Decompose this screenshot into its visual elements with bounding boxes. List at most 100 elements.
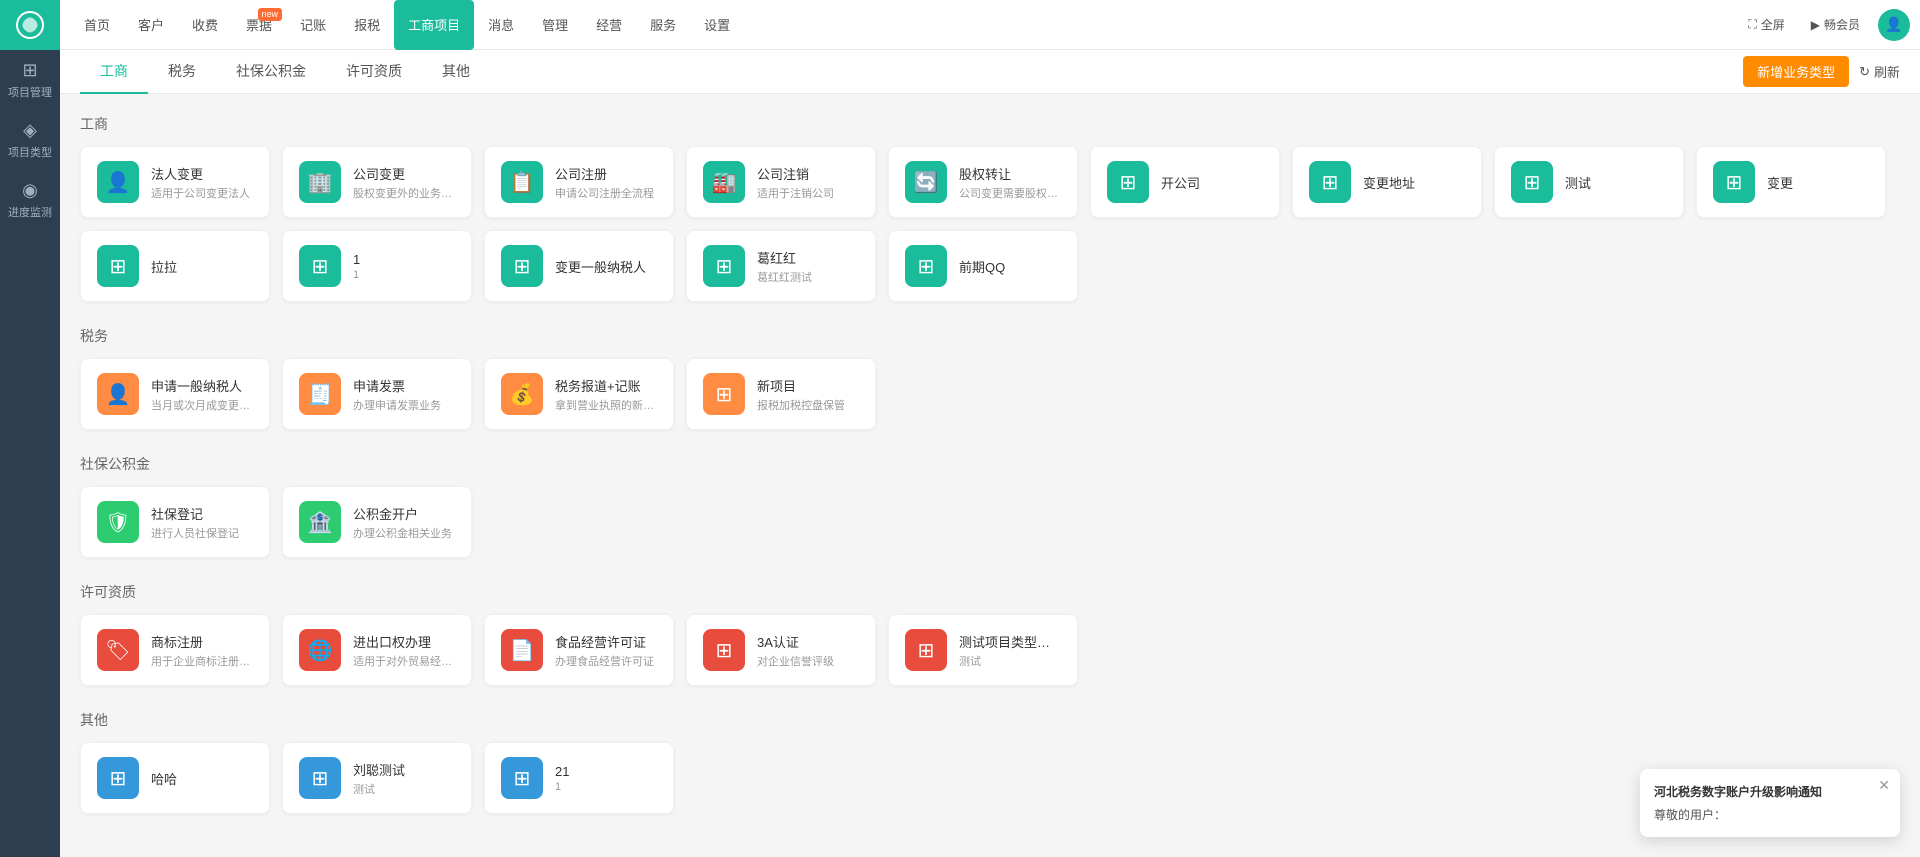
notification-popup: ✕ 河北税务数字账户升级影响通知 尊敬的用户：	[1640, 769, 1900, 837]
service-card-x1[interactable]: 🏷商标注册用于企业商标注册服务	[80, 614, 270, 686]
card-name-c11: 1	[353, 252, 455, 267]
card-name-c10: 拉拉	[151, 257, 253, 276]
service-card-t4[interactable]: ⊞新项目报税加税控盘保管	[686, 358, 876, 430]
nav-settings[interactable]: 设置	[690, 0, 744, 50]
service-card-c9[interactable]: ⊞变更	[1696, 146, 1886, 218]
nav-tax[interactable]: 报税	[340, 0, 394, 50]
card-name-o1: 哈哈	[151, 769, 253, 788]
service-card-t1[interactable]: 👤申请一般纳税人当月或次月成变更完成	[80, 358, 270, 430]
grid-icon: ⊞	[22, 60, 37, 81]
card-name-t3: 税务报道+记账	[555, 376, 657, 395]
card-text-c4: 公司注销适用于注销公司	[757, 164, 859, 201]
card-text-c6: 开公司	[1161, 173, 1263, 192]
card-grid-gongshang: 👤 法人变更适用于公司变更法人 🏢公司变更股权变更外的业务变更📋公司注册申请公司注册…	[80, 146, 1900, 302]
card-desc-s2: 办理公积金相关业务	[353, 525, 455, 541]
service-card-x4[interactable]: ⊞3A认证对企业信誉评级	[686, 614, 876, 686]
service-card-c11[interactable]: ⊞11	[282, 230, 472, 302]
service-card-c6[interactable]: ⊞开公司	[1090, 146, 1280, 218]
card-desc-c2: 股权变更外的业务变更	[353, 185, 455, 201]
service-card-c4[interactable]: 🏭公司注销适用于注销公司	[686, 146, 876, 218]
nav-accounting[interactable]: 记账	[286, 0, 340, 50]
card-name-s2: 公积金开户	[353, 504, 455, 523]
sidebar-logo[interactable]	[0, 0, 60, 50]
card-icon-c14: ⊞	[905, 245, 947, 287]
service-card-c10[interactable]: ⊞ 拉拉	[80, 230, 270, 302]
card-grid-xuke2: 🏷商标注册用于企业商标注册服务🌐进出口权办理适用于对外贸易经营者📄食品经营许可证…	[80, 614, 1900, 686]
service-card-s2[interactable]: 🏦 公积金开户办理公积金相关业务	[282, 486, 472, 558]
nav-ticket[interactable]: 票据 new	[232, 0, 286, 50]
service-card-c12[interactable]: ⊞变更一般纳税人	[484, 230, 674, 302]
sidebar-item-label: 进度监测	[8, 204, 52, 220]
card-desc-s1: 进行人员社保登记	[151, 525, 253, 541]
card-icon-c13: ⊞	[703, 245, 745, 287]
service-card-c3[interactable]: 📋公司注册申请公司注册全流程	[484, 146, 674, 218]
card-desc-x4: 对企业信誉评级	[757, 653, 859, 669]
card-text-x3: 食品经营许可证办理食品经营许可证	[555, 632, 657, 669]
card-text-c1: 法人变更适用于公司变更法人	[151, 164, 253, 201]
card-text-o2: 刘聪测试测试	[353, 760, 455, 797]
card-text-s2: 公积金开户办理公积金相关业务	[353, 504, 455, 541]
service-card-t3[interactable]: 💰税务报道+记账拿到营业执照的新公司	[484, 358, 674, 430]
nav-operation[interactable]: 经营	[582, 0, 636, 50]
sidebar-item-label: 项目类型	[8, 144, 52, 160]
subtab-gongshang[interactable]: 工商	[80, 50, 148, 94]
subtab-xuke[interactable]: 许可资质	[326, 50, 422, 94]
service-card-c14[interactable]: ⊞前期QQ	[888, 230, 1078, 302]
service-card-x2[interactable]: 🌐进出口权办理适用于对外贸易经营者	[282, 614, 472, 686]
service-card-c8[interactable]: ⊞测试	[1494, 146, 1684, 218]
card-name-c4: 公司注销	[757, 164, 859, 183]
sidebar-item-project-manage[interactable]: ⊞ 项目管理	[0, 50, 60, 110]
nav-billing[interactable]: 收费	[178, 0, 232, 50]
service-card-o1[interactable]: ⊞哈哈	[80, 742, 270, 814]
subtab-shebao[interactable]: 社保公积金	[216, 50, 326, 94]
card-desc-c11: 1	[353, 269, 455, 281]
card-icon-c1: 👤	[97, 161, 139, 203]
service-card-o3[interactable]: ⊞211	[484, 742, 674, 814]
main-content: 首页 客户 收费 票据 new 记账 报税 工商项目 消息 管理 经营 服务 设…	[60, 0, 1920, 857]
topnav: 首页 客户 收费 票据 new 记账 报税 工商项目 消息 管理 经营 服务 设…	[60, 0, 1920, 50]
service-card-x5[interactable]: ⊞测试项目类型目定义测试	[888, 614, 1078, 686]
subtab-other[interactable]: 其他	[422, 50, 490, 94]
service-card-c7[interactable]: ⊞变更地址	[1292, 146, 1482, 218]
service-card-c2[interactable]: 🏢公司变更股权变更外的业务变更	[282, 146, 472, 218]
member-btn[interactable]: ▶ 畅会员	[1803, 12, 1868, 37]
card-text-c13: 葛红红葛红红测试	[757, 248, 859, 285]
nav-manage[interactable]: 管理	[528, 0, 582, 50]
card-grid-shebao2: 🛡社保登记进行人员社保登记 🏦 公积金开户办理公积金相关业务	[80, 486, 1900, 558]
card-icon-c10: ⊞	[97, 245, 139, 287]
service-card-s1[interactable]: 🛡社保登记进行人员社保登记	[80, 486, 270, 558]
section-shuiwu: 税务👤申请一般纳税人当月或次月成变更完成🧾申请发票办理申请发票业务💰税务报道+记…	[80, 326, 1900, 430]
nav-bizproject[interactable]: 工商项目	[394, 0, 474, 50]
card-text-c5: 股权转让公司变更需要股权转让	[959, 164, 1061, 201]
user-avatar[interactable]: 👤	[1878, 9, 1910, 41]
sidebar-item-progress-monitor[interactable]: ◉ 进度监测	[0, 170, 60, 230]
card-name-x4: 3A认证	[757, 632, 859, 651]
new-type-button[interactable]: 新增业务类型	[1743, 56, 1849, 87]
subtab-shuiwu[interactable]: 税务	[148, 50, 216, 94]
refresh-button[interactable]: ↻ 刷新	[1859, 62, 1900, 81]
nav-service[interactable]: 服务	[636, 0, 690, 50]
notification-close-button[interactable]: ✕	[1878, 777, 1890, 794]
card-text-c12: 变更一般纳税人	[555, 257, 657, 276]
card-name-x1: 商标注册	[151, 632, 253, 651]
nav-home[interactable]: 首页	[70, 0, 124, 50]
card-icon-s2: 🏦	[299, 501, 341, 543]
service-card-x3[interactable]: 📄食品经营许可证办理食品经营许可证	[484, 614, 674, 686]
service-card-c5[interactable]: 🔄股权转让公司变更需要股权转让	[888, 146, 1078, 218]
service-card-c1[interactable]: 👤 法人变更适用于公司变更法人	[80, 146, 270, 218]
content-area: 工商 税务 社保公积金 许可资质 其他 新增业务类型 ↻ 刷新 工商👤法人变更适…	[60, 50, 1920, 857]
card-desc-x2: 适用于对外贸易经营者	[353, 653, 455, 669]
service-card-c13[interactable]: ⊞ 葛红红葛红红测试	[686, 230, 876, 302]
fullscreen-btn[interactable]: ⛶ 全屏	[1740, 12, 1792, 37]
card-desc-t1: 当月或次月成变更完成	[151, 397, 253, 413]
sidebar-item-project-type[interactable]: ◈ 项目类型	[0, 110, 60, 170]
service-card-o2[interactable]: ⊞刘聪测试测试	[282, 742, 472, 814]
section-shebao2: 社保公积金🛡社保登记进行人员社保登记🏦公积金开户办理公积金相关业务	[80, 454, 1900, 558]
service-card-t2[interactable]: 🧾申请发票办理申请发票业务	[282, 358, 472, 430]
page-body: 工商👤法人变更适用于公司变更法人🏢公司变更股权变更外的业务变更📋公司注册申请公司…	[60, 94, 1920, 857]
card-name-x5: 测试项目类型目定义	[959, 632, 1061, 651]
card-name-c6: 开公司	[1161, 173, 1263, 192]
card-desc-c13: 葛红红测试	[757, 269, 859, 285]
nav-message[interactable]: 消息	[474, 0, 528, 50]
nav-customer[interactable]: 客户	[124, 0, 178, 50]
